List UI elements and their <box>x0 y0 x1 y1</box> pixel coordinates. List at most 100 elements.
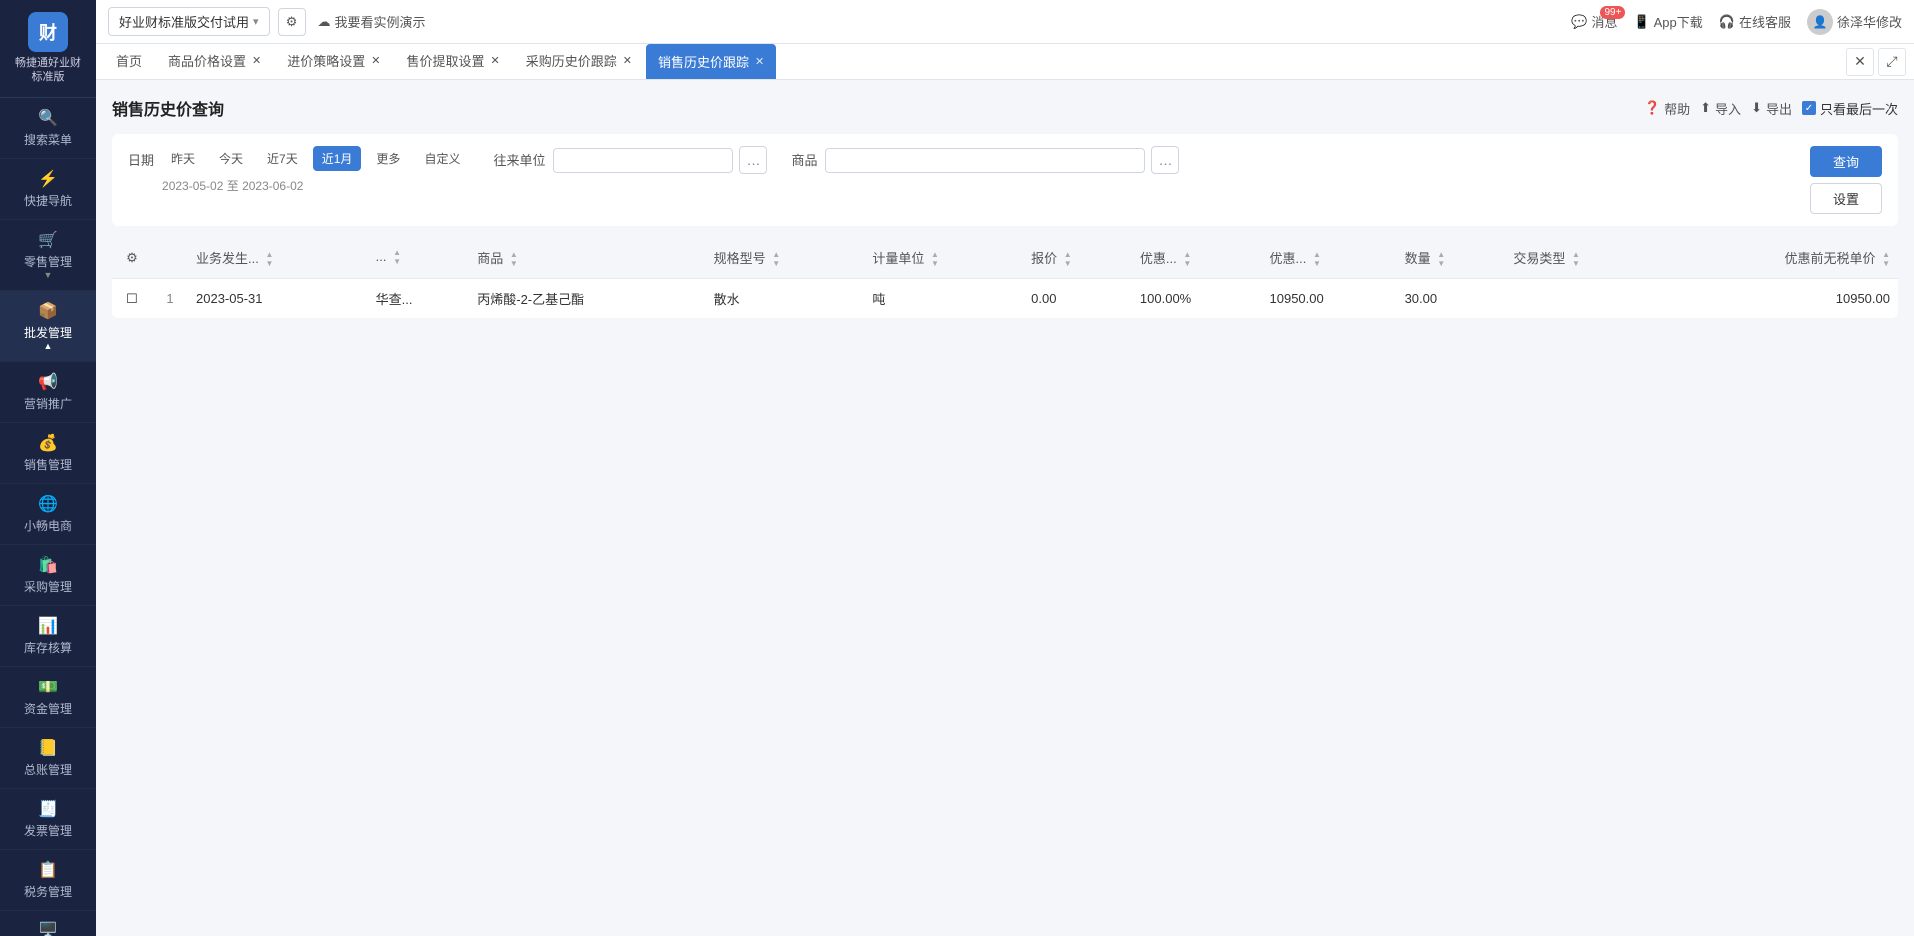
row-checkbox[interactable]: ☐ <box>126 291 138 306</box>
th-spec[interactable]: 规格型号 ▲▼ <box>706 238 865 279</box>
date-btn-more[interactable]: 更多 <box>367 146 409 171</box>
sidebar-item-ecommerce-small[interactable]: 🌐 小畅电商 <box>0 484 96 545</box>
th-unit[interactable]: 计量单位 ▲▼ <box>864 238 1023 279</box>
cell-price: 0.00 <box>1023 279 1132 319</box>
th-settings[interactable]: ⚙ <box>112 238 152 279</box>
date-btn-yesterday[interactable]: 昨天 <box>162 146 204 171</box>
from-unit-dots-btn[interactable]: … <box>739 146 767 174</box>
retail-icon: 🛒 <box>38 230 58 250</box>
table-wrapper: ⚙ 业务发生... ▲▼ ... ▲▼ 商品 ▲▼ <box>112 238 1898 318</box>
tab-home[interactable]: 首页 <box>104 44 154 80</box>
sidebar-item-quick-nav[interactable]: ⚡ 快捷导航 <box>0 159 96 220</box>
tab-sales-history[interactable]: 销售历史价跟踪 ✕ <box>646 44 776 80</box>
cell-biz-date: 2023-05-31 <box>188 279 368 319</box>
messages-badge: 99+ <box>1600 6 1625 19</box>
main-area: 好业财标准版交付试用 ▾ ⚙ ☁ 我要看实例演示 💬 消息 99+ 📱 App下… <box>96 0 1914 936</box>
sidebar-item-wholesale[interactable]: 📦 批发管理 ▲ <box>0 291 96 362</box>
sidebar-logo: 财 畅捷通好业财标准版 <box>0 0 96 98</box>
tab-close-icon[interactable]: ✕ <box>491 54 500 67</box>
th-no-tax-price[interactable]: 优惠前无税单价 ▲▼ <box>1664 238 1898 279</box>
date-options: 昨天 今天 近7天 近1月 更多 自定义 2023-05-02 至 2023-0… <box>162 146 469 194</box>
product-dots-btn[interactable]: … <box>1151 146 1179 174</box>
sidebar-item-label: 营销推广 <box>24 395 72 412</box>
th-product[interactable]: 商品 ▲▼ <box>469 238 705 279</box>
settings-btn[interactable]: 设置 <box>1810 183 1882 214</box>
th-biz-date[interactable]: 业务发生... ▲▼ <box>188 238 368 279</box>
cell-no-tax-price: 10950.00 <box>1664 279 1898 319</box>
date-range-text: 2023-05-02 至 2023-06-02 <box>162 177 469 194</box>
online-service-label: 在线客服 <box>1739 12 1791 31</box>
data-table: ⚙ 业务发生... ▲▼ ... ▲▼ 商品 ▲▼ <box>112 238 1898 318</box>
sidebar-item-finance[interactable]: 💵 资金管理 <box>0 667 96 728</box>
tab-home-label: 首页 <box>116 51 142 70</box>
product-input[interactable] <box>825 148 1145 173</box>
settings-col-icon: ⚙ <box>126 250 138 265</box>
phone-icon: 📱 <box>1633 14 1649 30</box>
sort-icon: ▲▼ <box>1572 251 1580 269</box>
only-last-checkbox[interactable]: 只看最后一次 <box>1802 99 1898 118</box>
query-btn[interactable]: 查询 <box>1810 146 1882 177</box>
th-trans-type[interactable]: 交易类型 ▲▼ <box>1505 238 1664 279</box>
tab-purchase-history[interactable]: 采购历史价跟踪 ✕ <box>514 44 644 80</box>
app-download-btn[interactable]: 📱 App下载 <box>1633 12 1702 31</box>
cell-extra: 华查... <box>368 279 470 319</box>
tab-close-icon[interactable]: ✕ <box>623 54 632 67</box>
filter-bar: 日期 昨天 今天 近7天 近1月 更多 自定义 2023-05-02 至 202… <box>112 134 1898 226</box>
th-quantity[interactable]: 数量 ▲▼ <box>1397 238 1506 279</box>
sidebar-item-search[interactable]: 🔍 搜索菜单 <box>0 98 96 159</box>
sidebar-item-label: 税务管理 <box>24 883 72 900</box>
sidebar-item-label: 销售管理 <box>24 456 72 473</box>
th-extra[interactable]: ... ▲▼ <box>368 238 470 279</box>
th-price[interactable]: 报价 ▲▼ <box>1023 238 1132 279</box>
tab-purchase-strategy[interactable]: 进价策略设置 ✕ <box>275 44 392 80</box>
sidebar-item-purchase[interactable]: 🛍️ 采购管理 <box>0 545 96 606</box>
online-service-btn[interactable]: 🎧 在线客服 <box>1719 12 1791 31</box>
from-unit-input[interactable] <box>553 148 733 173</box>
th-discount1[interactable]: 优惠... ▲▼ <box>1132 238 1262 279</box>
tab-product-price[interactable]: 商品价格设置 ✕ <box>156 44 273 80</box>
demo-btn[interactable]: ☁ 我要看实例演示 <box>318 12 426 31</box>
sidebar-item-general-ledger[interactable]: 📒 总账管理 <box>0 728 96 789</box>
sidebar-item-tax[interactable]: 📋 税务管理 <box>0 850 96 911</box>
help-btn[interactable]: ❓ 帮助 <box>1644 99 1690 118</box>
version-selector[interactable]: 好业财标准版交付试用 ▾ <box>108 7 270 36</box>
tab-sale-extract[interactable]: 售价提取设置 ✕ <box>394 44 511 80</box>
date-filter-group: 日期 昨天 今天 近7天 近1月 更多 自定义 2023-05-02 至 202… <box>128 146 469 194</box>
import-btn[interactable]: ⬆ 导入 <box>1700 99 1741 118</box>
from-unit-input-group: … <box>553 146 767 174</box>
date-btn-1month[interactable]: 近1月 <box>313 146 362 171</box>
settings-gear-btn[interactable]: ⚙ <box>278 8 306 36</box>
sidebar-item-inventory[interactable]: 📊 库存核算 <box>0 606 96 667</box>
th-discount2[interactable]: 优惠... ▲▼ <box>1262 238 1397 279</box>
user-profile-btn[interactable]: 👤 徐泽华修改 <box>1807 9 1902 35</box>
tab-close-icon[interactable]: ✕ <box>252 54 261 67</box>
tabbar-actions: ✕ ⤢ <box>1846 48 1906 76</box>
cell-discount1: 100.00% <box>1132 279 1262 319</box>
messages-btn[interactable]: 💬 消息 99+ <box>1571 12 1617 31</box>
ecommerce-icon: 🖥️ <box>38 921 58 936</box>
tab-close-btn[interactable]: ✕ <box>1846 48 1874 76</box>
sort-icon: ▲▼ <box>1064 251 1072 269</box>
tab-product-price-label: 商品价格设置 <box>168 51 246 70</box>
cell-checkbox[interactable]: ☐ <box>112 279 152 319</box>
product-filter-group: 商品 … <box>791 146 1179 174</box>
avatar-icon: 👤 <box>1813 15 1828 29</box>
cell-num: 1 <box>152 279 188 319</box>
date-btn-today[interactable]: 今天 <box>210 146 252 171</box>
sort-icon: ▲▼ <box>931 251 939 269</box>
tab-close-icon[interactable]: ✕ <box>755 55 764 68</box>
sidebar-item-ecommerce[interactable]: 🖥️ 电商管理 <box>0 911 96 936</box>
export-icon: ⬇ <box>1751 100 1762 116</box>
tab-maximize-btn[interactable]: ⤢ <box>1878 48 1906 76</box>
app-download-label: App下载 <box>1654 12 1703 31</box>
tab-close-icon[interactable]: ✕ <box>371 54 380 67</box>
sidebar-item-marketing[interactable]: 📢 营销推广 <box>0 362 96 423</box>
date-btn-7days[interactable]: 近7天 <box>258 146 307 171</box>
sidebar-item-invoice[interactable]: 🧾 发票管理 <box>0 789 96 850</box>
cell-product: 丙烯酸-2-乙基己酯 <box>469 279 705 319</box>
sidebar-item-retail[interactable]: 🛒 零售管理 ▼ <box>0 220 96 291</box>
sidebar-item-sales[interactable]: 💰 销售管理 <box>0 423 96 484</box>
date-btn-custom[interactable]: 自定义 <box>415 146 469 171</box>
sales-icon: 💰 <box>38 433 58 453</box>
export-btn[interactable]: ⬇ 导出 <box>1751 99 1792 118</box>
